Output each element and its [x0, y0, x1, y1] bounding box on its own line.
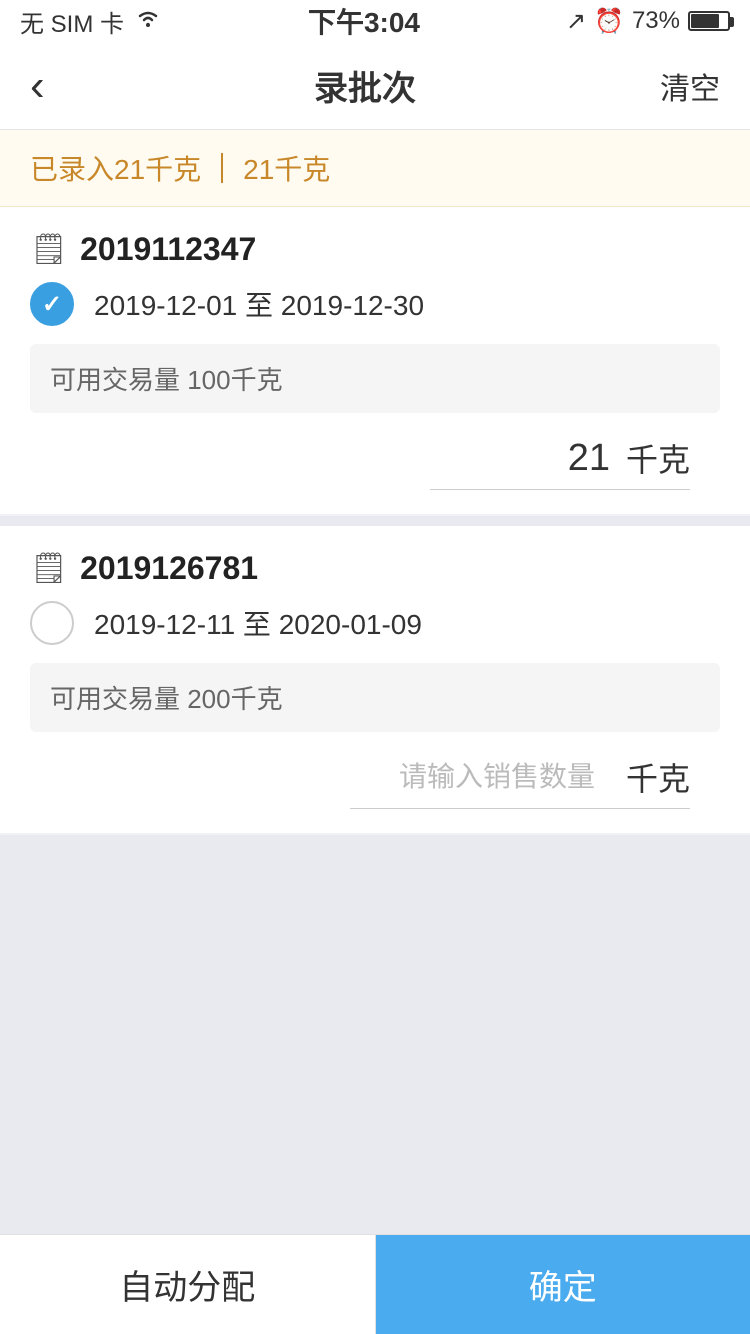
bottom-spacer: [0, 835, 750, 1275]
banner-divider: [221, 153, 223, 183]
batch-1-icon: 🗒: [30, 232, 68, 267]
status-right: ↗ ⏰ 73%: [566, 7, 730, 36]
info-banner: 已录入21千克 21千克: [0, 130, 750, 207]
batch-1-available: 可用交易量 100千克: [30, 344, 720, 413]
page-title: 录批次: [314, 61, 416, 110]
nav-bar: ‹ 录批次 清空: [0, 42, 750, 130]
batch-1-date: 2019-12-01 至 2019-12-30: [94, 284, 424, 324]
batch-1-radio[interactable]: [30, 282, 74, 326]
batch-2-radio[interactable]: [30, 601, 74, 645]
status-bar: 无 SIM 卡 下午3:04 ↗ ⏰ 73%: [0, 0, 750, 42]
batch-1-id: 2019112347: [80, 231, 256, 268]
batch-item-1: 🗒 2019112347 2019-12-01 至 2019-12-30 可用交…: [0, 207, 750, 514]
wifi-icon: [134, 7, 162, 35]
batch-2-unit: 千克: [626, 754, 690, 800]
batch-2-header: 🗒 2019126781: [30, 550, 720, 587]
batch-1-quantity-value: 21: [568, 437, 610, 480]
confirm-button[interactable]: 确定: [376, 1235, 750, 1334]
batch-1-date-row: 2019-12-01 至 2019-12-30: [30, 282, 720, 326]
recorded-amount-label: 已录入21千克: [30, 148, 201, 188]
back-button[interactable]: ‹: [30, 61, 90, 111]
batch-2-underline: [350, 808, 690, 809]
batch-2-available: 可用交易量 200千克: [30, 663, 720, 732]
time-display: 下午3:04: [308, 1, 420, 41]
section-separator: [0, 516, 750, 526]
auto-distribute-button[interactable]: 自动分配: [0, 1235, 376, 1334]
carrier-label: 无 SIM 卡: [20, 4, 124, 39]
batch-2-id: 2019126781: [80, 550, 258, 587]
footer: 自动分配 确定: [0, 1234, 750, 1334]
batch-1-unit: 千克: [626, 435, 690, 481]
batch-2-date: 2019-12-11 至 2020-01-09: [94, 603, 422, 643]
batch-1-underline: [430, 489, 690, 490]
recorded-amount-value: 21千克: [243, 148, 330, 188]
batch-2-icon: 🗒: [30, 551, 68, 586]
battery-percent: 73%: [632, 7, 680, 35]
batch-1-header: 🗒 2019112347: [30, 231, 720, 268]
batch-2-date-row: 2019-12-11 至 2020-01-09: [30, 601, 720, 645]
location-icon: ↗: [566, 7, 586, 36]
clear-button[interactable]: 清空: [640, 64, 720, 108]
status-left: 无 SIM 卡: [20, 4, 162, 39]
batch-item-2: 🗒 2019126781 2019-12-11 至 2020-01-09 可用交…: [0, 526, 750, 833]
batch-2-quantity-input[interactable]: [310, 761, 610, 793]
battery-icon: [688, 11, 730, 31]
alarm-icon: ⏰: [594, 7, 624, 36]
